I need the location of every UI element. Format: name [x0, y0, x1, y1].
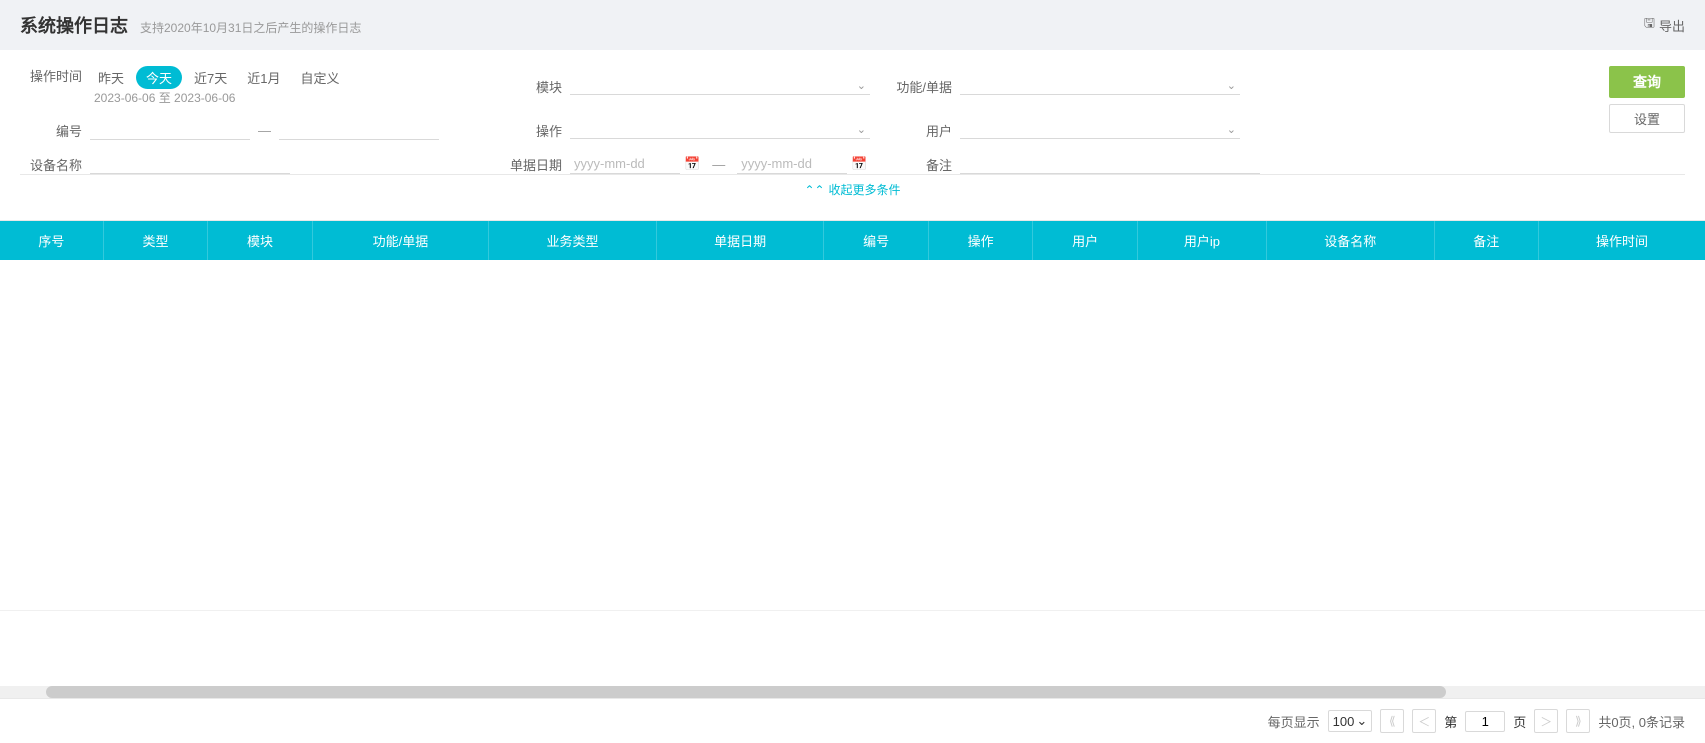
module-select[interactable]: ⌄	[570, 77, 870, 95]
device-label: 设备名称	[20, 155, 90, 174]
time-btn-group: 昨天 今天 近7天 近1月 自定义	[90, 66, 348, 89]
empty-table-body	[0, 260, 1705, 610]
remark-filter-section: 备注	[880, 154, 1589, 174]
col-remark: 备注	[1434, 221, 1538, 260]
col-user: 用户	[1033, 221, 1137, 260]
device-filter-section: 设备名称	[20, 154, 500, 174]
doc-date-range: 📅 — 📅	[570, 154, 867, 174]
filter-row-1: 操作时间 昨天 今天 近7天 近1月 自定义 2023-06-06 至 2023…	[20, 66, 1589, 106]
operation-chevron-icon: ⌄	[857, 123, 866, 136]
page-title-area: 系统操作日志 支持2020年10月31日之后产生的操作日志	[20, 12, 361, 38]
device-name-input[interactable]	[90, 154, 290, 174]
col-biztype: 业务类型	[489, 221, 657, 260]
filter-actions: 查询 设置	[1589, 66, 1685, 133]
collapse-label: 收起更多条件	[829, 181, 901, 198]
collapse-bar[interactable]: ⌃⌃ 收起更多条件	[20, 174, 1685, 204]
function-filter-section: 功能/单据 ⌄	[880, 77, 1589, 96]
number-end-input[interactable]	[279, 120, 439, 140]
module-filter-section: 模块 ⌄	[500, 77, 880, 96]
settings-button[interactable]: 设置	[1609, 104, 1685, 133]
operation-filter-section: 操作 ⌄	[500, 121, 880, 140]
col-type: 类型	[103, 221, 207, 260]
calendar-start-icon[interactable]: 📅	[684, 156, 700, 172]
operation-label: 操作	[500, 121, 570, 140]
col-device: 设备名称	[1266, 221, 1434, 260]
col-seq: 序号	[0, 221, 103, 260]
page-header: 系统操作日志 支持2020年10月31日之后产生的操作日志 🖫 导出	[0, 0, 1705, 50]
query-button[interactable]: 查询	[1609, 66, 1685, 98]
per-page-value: 100	[1333, 714, 1355, 729]
time-label: 操作时间	[20, 66, 90, 85]
time-btn-custom[interactable]: 自定义	[293, 66, 348, 89]
user-chevron-icon: ⌄	[1227, 123, 1236, 136]
next-page-button[interactable]: ＞	[1534, 709, 1558, 733]
horizontal-scrollbar-thumb[interactable]	[46, 686, 1446, 698]
col-userip: 用户ip	[1137, 221, 1266, 260]
col-docdate: 单据日期	[656, 221, 824, 260]
doc-date-dash: —	[712, 157, 725, 172]
last-page-button[interactable]: ⟫	[1566, 709, 1590, 733]
col-optime: 操作时间	[1539, 221, 1705, 260]
number-label: 编号	[20, 121, 90, 140]
doc-date-label: 单据日期	[500, 155, 570, 174]
doc-date-filter-section: 单据日期 📅 — 📅	[500, 154, 880, 174]
doc-date-start-input[interactable]	[570, 154, 680, 174]
time-btn-today[interactable]: 今天	[136, 66, 182, 89]
filter-row-2: 编号 — 操作 ⌄ 用户	[20, 120, 1589, 140]
per-page-chevron-icon: ⌄	[1356, 713, 1367, 729]
remark-input[interactable]	[960, 154, 1260, 174]
module-label: 模块	[500, 77, 570, 96]
table-wrapper: 序号 类型 模块 功能/单据 业务类型 单据日期 编号 操作 用户 用户ip 设…	[0, 221, 1705, 686]
per-page-label: 每页显示	[1268, 712, 1320, 731]
filter-row-3: 设备名称 单据日期 📅 — 📅	[20, 154, 1589, 174]
page-wrapper: 系统操作日志 支持2020年10月31日之后产生的操作日志 🖫 导出 操作时间 …	[0, 0, 1705, 743]
page-number-input[interactable]	[1465, 711, 1505, 732]
time-filter-section: 操作时间 昨天 今天 近7天 近1月 自定义 2023-06-06 至 2023…	[20, 66, 500, 106]
module-chevron-icon: ⌄	[857, 79, 866, 92]
page-subtitle: 支持2020年10月31日之后产生的操作日志	[140, 19, 361, 36]
filter-main: 操作时间 昨天 今天 近7天 近1月 自定义 2023-06-06 至 2023…	[20, 66, 1685, 174]
remark-label: 备注	[880, 155, 960, 174]
page-label: 第	[1444, 712, 1457, 731]
col-function: 功能/单据	[312, 221, 488, 260]
number-filter-section: 编号 —	[20, 120, 500, 140]
data-table: 序号 类型 模块 功能/单据 业务类型 单据日期 编号 操作 用户 用户ip 设…	[0, 221, 1705, 611]
function-label: 功能/单据	[880, 77, 960, 96]
time-btn-1month[interactable]: 近1月	[239, 66, 288, 89]
filter-area: 操作时间 昨天 今天 近7天 近1月 自定义 2023-06-06 至 2023…	[0, 50, 1705, 221]
table-header-row: 序号 类型 模块 功能/单据 业务类型 单据日期 编号 操作 用户 用户ip 设…	[0, 221, 1705, 260]
total-info: 共0页, 0条记录	[1598, 712, 1685, 731]
export-label: 导出	[1659, 16, 1685, 35]
doc-date-end-input[interactable]	[737, 154, 847, 174]
col-number: 编号	[824, 221, 928, 260]
function-chevron-icon: ⌄	[1227, 79, 1236, 92]
time-btn-7days[interactable]: 近7天	[186, 66, 235, 89]
time-btn-yesterday[interactable]: 昨天	[90, 66, 132, 89]
number-dash: —	[258, 123, 271, 138]
collapse-arrow-icon: ⌃⌃	[804, 183, 824, 197]
operation-select[interactable]: ⌄	[570, 121, 870, 139]
calendar-end-icon[interactable]: 📅	[851, 156, 867, 172]
prev-page-button[interactable]: ＜	[1412, 709, 1436, 733]
export-icon: 🖫	[1644, 14, 1655, 36]
page-unit: 页	[1513, 712, 1526, 731]
user-filter-section: 用户 ⌄	[880, 121, 1589, 140]
time-controls: 昨天 今天 近7天 近1月 自定义 2023-06-06 至 2023-06-0…	[90, 66, 348, 106]
first-page-button[interactable]: ⟪	[1380, 709, 1404, 733]
horizontal-scrollbar-track[interactable]	[0, 686, 1705, 698]
user-label: 用户	[880, 121, 960, 140]
col-module: 模块	[208, 221, 312, 260]
col-operation: 操作	[928, 221, 1032, 260]
number-start-input[interactable]	[90, 120, 250, 140]
user-select[interactable]: ⌄	[960, 121, 1240, 139]
function-select[interactable]: ⌄	[960, 77, 1240, 95]
time-range-display: 2023-06-06 至 2023-06-06	[94, 89, 348, 106]
per-page-select[interactable]: 100 ⌄	[1328, 710, 1373, 732]
page-title: 系统操作日志	[20, 12, 128, 38]
export-button[interactable]: 🖫 导出	[1644, 14, 1685, 36]
filter-left: 操作时间 昨天 今天 近7天 近1月 自定义 2023-06-06 至 2023…	[20, 66, 1589, 174]
pagination-bar: 每页显示 100 ⌄ ⟪ ＜ 第 页 ＞ ⟫ 共0页, 0条记录	[0, 698, 1705, 743]
